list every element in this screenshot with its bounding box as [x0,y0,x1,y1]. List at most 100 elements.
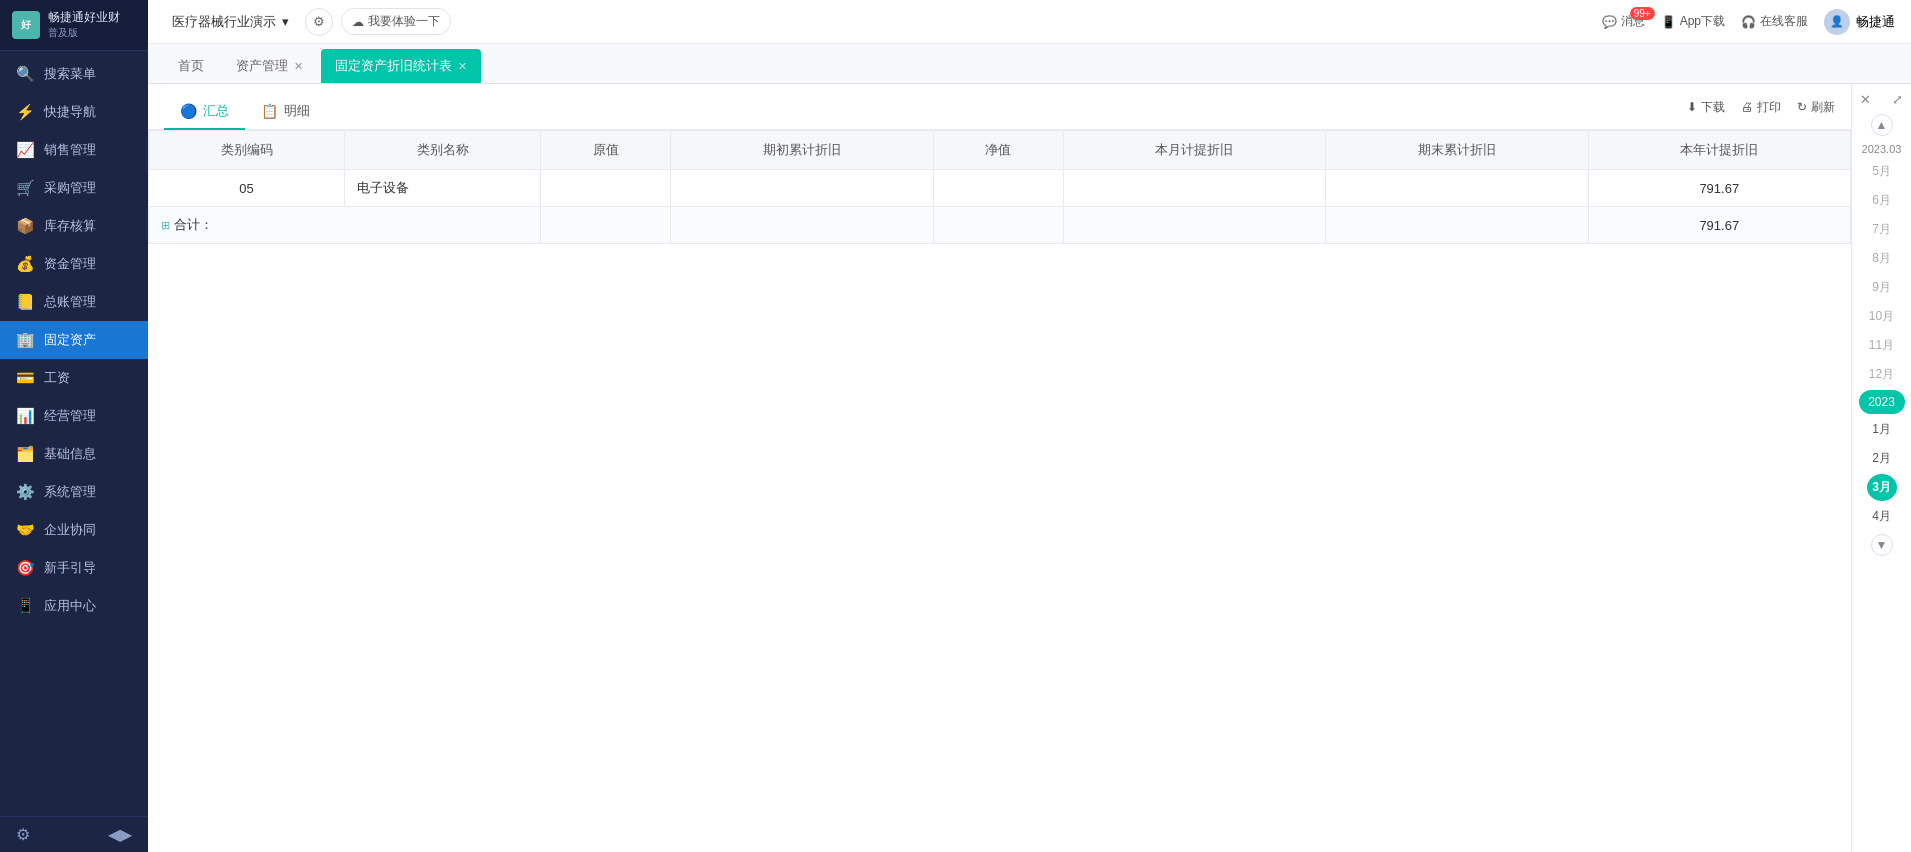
col-initial-dep: 期初累计折旧 [671,131,933,170]
cell-ending-dep [1326,170,1588,207]
sidebar-item-inventory[interactable]: 📦库存核算 [0,207,148,245]
date-month-6[interactable]: 6月 [1859,187,1905,214]
user-avatar: 👤 [1824,9,1850,35]
online-service-action[interactable]: 🎧 在线客服 [1741,13,1808,30]
date-month-7[interactable]: 7月 [1859,216,1905,243]
print-label: 打印 [1757,98,1781,115]
sidebar-item-finance[interactable]: 💰 资金管理 [0,245,148,283]
sidebar-item-label: 新手引导 [44,559,96,577]
sidebar-item-label: 资金管理 [44,255,96,273]
table-header-row: 类别编码 类别名称 原值 期初累计折旧 净值 本月计提折旧 期末累计折旧 本年计… [149,131,1851,170]
tab-fixed-asset-depreciation[interactable]: 固定资产折旧统计表 ✕ [321,49,481,83]
sidebar-item-sales[interactable]: 📈销售管理 [0,131,148,169]
topbar-right: 💬 消息 99+ 📱 App下载 🎧 在线客服 👤 畅捷通 [1602,9,1895,35]
sidebar-item-label: 经营管理 [44,407,96,425]
sidebar-item-label: 采购管理 [44,179,96,197]
col-ending-dep: 期末累计折旧 [1326,131,1588,170]
date-month-9[interactable]: 9月 [1859,274,1905,301]
cell-name: 电子设备 [345,170,541,207]
sidebar-item-label: 销售管理 [44,141,96,159]
tab-close-icon[interactable]: ✕ [458,60,467,73]
cell-monthly-dep [1063,170,1325,207]
total-net [933,207,1063,244]
app-edition: 普及版 [48,26,120,40]
date-year-2023[interactable]: 2023 [1859,390,1905,414]
date-month-2[interactable]: 2月 [1859,445,1905,472]
tab-home[interactable]: 首页 [164,49,218,83]
tab-label: 固定资产折旧统计表 [335,57,452,75]
date-panel: ✕ ⤢ ▲ 2023.03 5月 6月 7月 8月 9月 10月 11月 12月… [1851,84,1911,852]
col-name: 类别名称 [345,131,541,170]
sidebar-bottom: ⚙ ◀▶ [0,816,148,852]
scroll-up-button[interactable]: ▲ [1871,114,1893,136]
panel-close-button[interactable]: ✕ [1860,92,1871,107]
operations-icon: 📊 [16,407,34,425]
sidebar-item-label: 应用中心 [44,597,96,615]
sidebar-item-basic-info[interactable]: 🗂️基础信息 [0,435,148,473]
print-icon: 🖨 [1741,100,1753,114]
experience-button[interactable]: ☁ 我要体验一下 [341,8,451,35]
scroll-down-button[interactable]: ▼ [1871,534,1893,556]
enterprise-icon: 🤝 [16,521,34,539]
sidebar-item-quick-nav[interactable]: ⚡快捷导航 [0,93,148,131]
sidebar-item-app-center[interactable]: 📱应用中心 [0,587,148,625]
message-action[interactable]: 💬 消息 99+ [1602,13,1645,30]
detail-icon: 📋 [261,103,278,119]
collapse-icon[interactable]: ◀▶ [108,825,132,844]
refresh-button[interactable]: ↻ 刷新 [1797,98,1835,115]
app-download-label: App下载 [1680,13,1725,30]
total-original [541,207,671,244]
date-month-12[interactable]: 12月 [1859,361,1905,388]
sidebar-item-purchase[interactable]: 🛒 采购管理 [0,169,148,207]
tab-bar: 首页资产管理✕ 固定资产折旧统计表 ✕ [148,44,1911,84]
date-month-8[interactable]: 8月 [1859,245,1905,272]
tab-detail[interactable]: 📋 明细 [245,94,326,130]
sidebar-item-label: 工资 [44,369,70,387]
total-label: ⊞合计： [149,207,541,244]
date-month-4[interactable]: 4月 [1859,503,1905,530]
app-name: 畅捷通好业财 [48,10,120,26]
sidebar-item-system[interactable]: ⚙️系统管理 [0,473,148,511]
date-month-10[interactable]: 10月 [1859,303,1905,330]
sidebar-item-ledger[interactable]: 📒总账管理 [0,283,148,321]
sidebar-item-search[interactable]: 🔍搜索菜单 [0,55,148,93]
panel-expand-button[interactable]: ⤢ [1892,92,1903,107]
settings-icon[interactable]: ⚙ [16,825,30,844]
download-icon: 📱 [1661,15,1676,29]
download-button[interactable]: ⬇ 下载 [1687,98,1725,115]
user-profile[interactable]: 👤 畅捷通 [1824,9,1895,35]
tab-asset-management[interactable]: 资产管理✕ [222,49,317,83]
total-initial-dep [671,207,933,244]
content-main: 🔵 汇总 📋 明细 ⬇ 下载 🖨 打印 [148,84,1851,852]
tab-summary[interactable]: 🔵 汇总 [164,94,245,130]
ledger-icon: 📒 [16,293,34,311]
sidebar-item-guide[interactable]: 🎯新手引导 [0,549,148,587]
sidebar-item-salary[interactable]: 💳工资 [0,359,148,397]
search-icon: 🔍 [16,65,34,83]
cell-net [933,170,1063,207]
date-month-1[interactable]: 1月 [1859,416,1905,443]
date-month-11[interactable]: 11月 [1859,332,1905,359]
tab-close-icon[interactable]: ✕ [294,60,303,73]
print-button[interactable]: 🖨 打印 [1741,98,1781,115]
message-icon: 💬 [1602,15,1617,29]
date-month-3-active[interactable]: 3月 [1867,474,1897,501]
purchase-icon: 🛒 [16,179,34,197]
app-download-action[interactable]: 📱 App下载 [1661,13,1725,30]
tab-label: 首页 [178,57,204,75]
col-net: 净值 [933,131,1063,170]
finance-icon: 💰 [16,255,34,273]
settings-button[interactable]: ⚙ [305,8,333,36]
total-icon: ⊞ [161,219,170,231]
main-area: 医疗器械行业演示 ▾ ⚙ ☁ 我要体验一下 💬 消息 99+ 📱 App下载 🎧… [148,0,1911,852]
col-yearly-dep: 本年计提折旧 [1588,131,1850,170]
sidebar-item-label: 库存核算 [44,217,96,235]
username: 畅捷通 [1856,13,1895,31]
date-month-5[interactable]: 5月 [1859,158,1905,185]
sidebar-item-label: 基础信息 [44,445,96,463]
sidebar-item-enterprise[interactable]: 🤝企业协同 [0,511,148,549]
sidebar-item-operations[interactable]: 📊 经营管理 [0,397,148,435]
sidebar-item-fixed-assets[interactable]: 🏢固定资产 [0,321,148,359]
company-selector[interactable]: 医疗器械行业演示 ▾ [164,9,297,35]
logo-icon: 好 [12,11,40,39]
